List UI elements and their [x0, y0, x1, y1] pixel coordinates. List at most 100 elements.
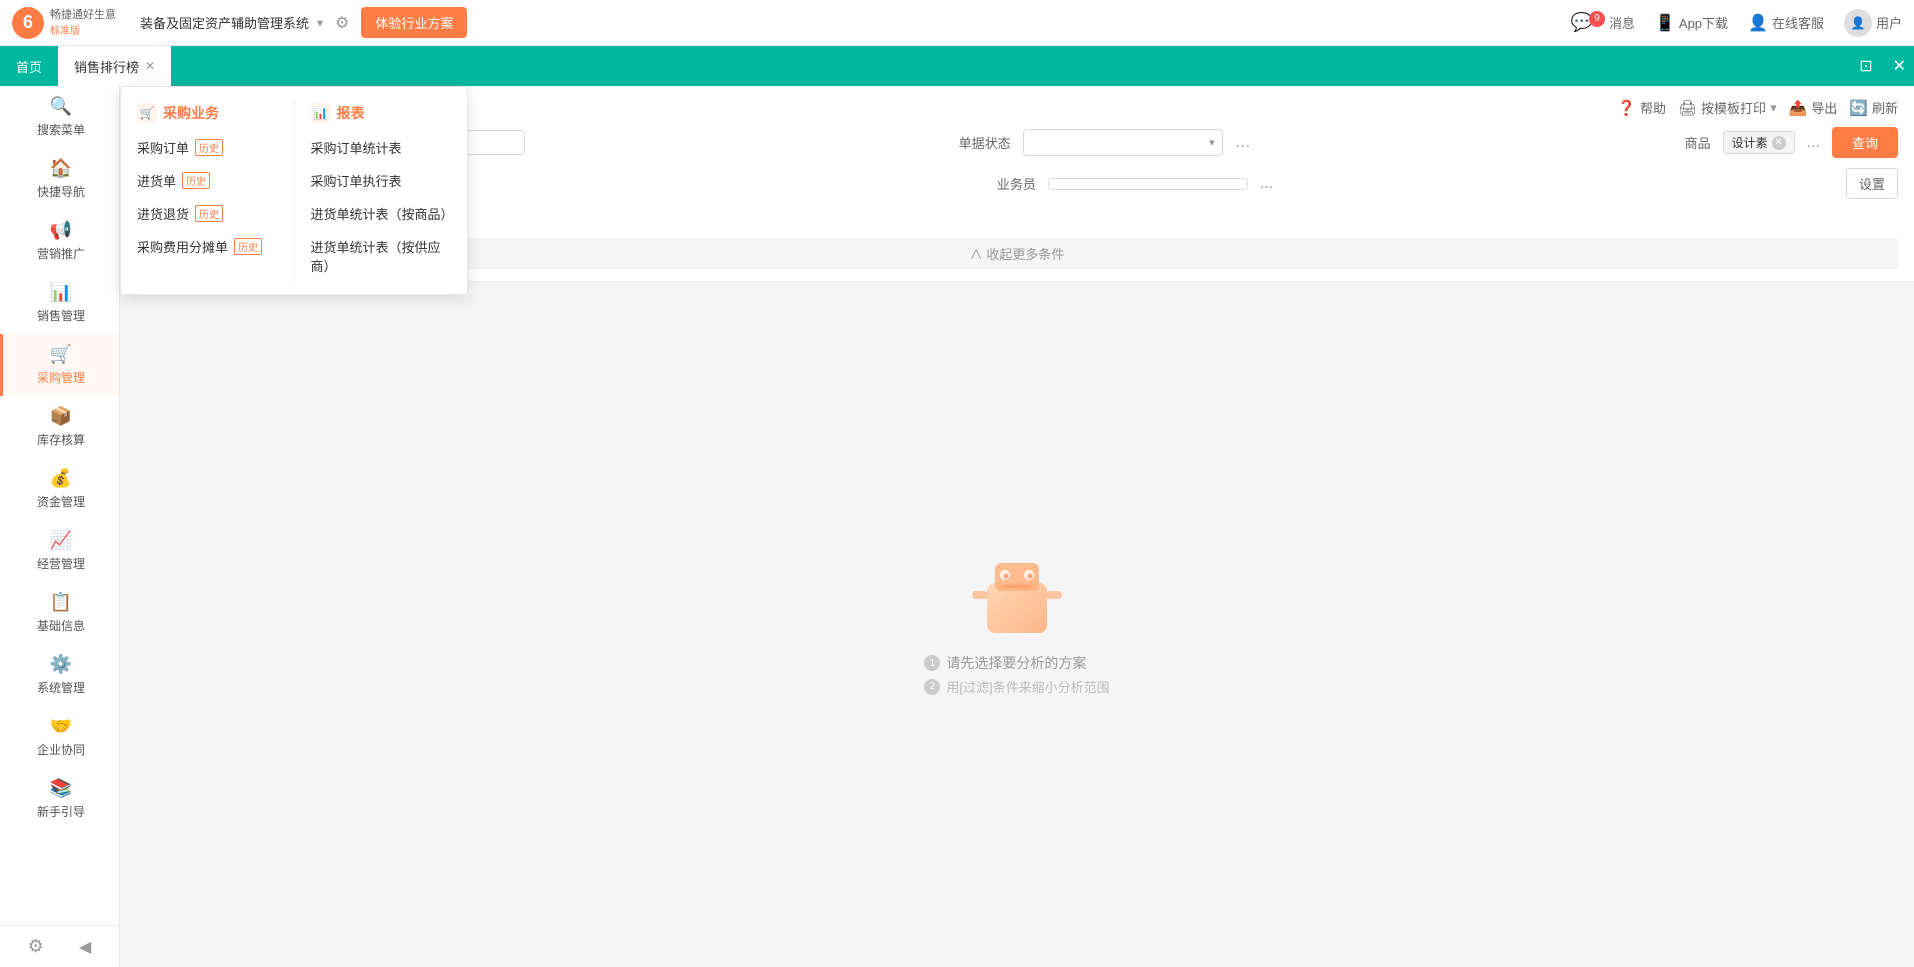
- search-icon: 🔍: [50, 96, 72, 117]
- history-badge-3: 历史: [234, 238, 262, 255]
- dropdown-item-purchase-order[interactable]: 采购订单 历史: [129, 131, 286, 164]
- report-2-label: 进货单统计表（按商品）: [311, 204, 452, 223]
- dropdown-item-incoming-return[interactable]: 进货退货 历史: [129, 197, 286, 230]
- salesman-dots[interactable]: ...: [1260, 175, 1273, 193]
- export-icon: 📤: [1789, 99, 1808, 117]
- sidebar-bottom: ⚙ ◀: [0, 925, 119, 967]
- sidebar-collapse-icon[interactable]: ◀: [79, 937, 91, 957]
- tab-home[interactable]: 首页: [0, 46, 58, 86]
- sidebar-item-quick-nav-label: 快捷导航: [37, 183, 85, 200]
- main-layout: 🔍 搜索菜单 🏠 快捷导航 📢 营销推广 📊 销售管理 🛒 采购管理 📦 库存核…: [0, 86, 1914, 967]
- report-3-label: 进货单统计表（按供应商）: [311, 237, 452, 275]
- collapse-label: 收起更多条件: [986, 247, 1064, 262]
- doc-status-select[interactable]: [1023, 129, 1223, 156]
- phone-icon: 📱: [1655, 13, 1675, 33]
- sidebar-item-search[interactable]: 🔍 搜索菜单: [0, 86, 119, 148]
- incoming-return-label: 进货退货: [137, 204, 189, 223]
- tab-bar: 首页 销售排行榜 ✕ ⊡ ✕: [0, 46, 1914, 86]
- sidebar-item-system[interactable]: ⚙️ 系统管理: [0, 644, 119, 706]
- avatar: 👤: [1844, 9, 1872, 37]
- goods-label: 商品: [1685, 133, 1711, 152]
- sidebar-item-marketing[interactable]: 📢 营销推广: [0, 210, 119, 272]
- sidebar-settings-icon[interactable]: ⚙: [28, 936, 44, 957]
- settings-button[interactable]: 设置: [1846, 168, 1898, 199]
- online-service[interactable]: 👤 在线客服: [1748, 13, 1824, 33]
- goods-tag-text: 设计素: [1732, 134, 1768, 151]
- user-area[interactable]: 👤 用户: [1844, 9, 1902, 37]
- sidebar-item-marketing-label: 营销推广: [37, 245, 85, 262]
- basic-info-icon: 📋: [50, 592, 72, 613]
- guide-icon: 📚: [50, 778, 72, 799]
- tab-expand-icon[interactable]: ⊡: [1847, 56, 1884, 76]
- trial-button[interactable]: 体验行业方案: [361, 7, 467, 38]
- sidebar-item-enterprise-label: 企业协同: [37, 741, 85, 758]
- dropdown-item-purchase-expense[interactable]: 采购费用分摊单 历史: [129, 230, 286, 263]
- goods-tag-close[interactable]: ✕: [1772, 136, 1786, 150]
- dropdown-item-report-1[interactable]: 采购订单执行表: [303, 164, 460, 197]
- sidebar-item-basic-info-label: 基础信息: [37, 617, 85, 634]
- dropdown-item-report-0[interactable]: 采购订单统计表: [303, 131, 460, 164]
- history-badge-1: 历史: [182, 172, 210, 189]
- sidebar-item-inventory[interactable]: 📦 库存核算: [0, 396, 119, 458]
- salesman-input[interactable]: [1048, 178, 1248, 190]
- empty-hint-1-text: 请先选择要分析的方案: [946, 653, 1086, 673]
- sidebar-item-guide[interactable]: 📚 新手引导: [0, 768, 119, 830]
- sidebar-item-fund-label: 资金管理: [37, 493, 85, 510]
- tab-sales-rank[interactable]: 销售排行榜 ✕: [58, 46, 171, 86]
- system-title-dropdown-arrow[interactable]: ▾: [317, 16, 323, 30]
- notification-area[interactable]: 💬 9 消息: [1571, 12, 1635, 33]
- home-icon: 🏠: [50, 158, 72, 179]
- dropdown-item-report-2[interactable]: 进货单统计表（按商品）: [303, 197, 460, 230]
- history-badge-0: 历史: [195, 139, 223, 156]
- dropdown-item-incoming[interactable]: 进货单 历史: [129, 164, 286, 197]
- report-1-label: 采购订单执行表: [311, 171, 402, 190]
- doc-status-dots[interactable]: …: [1235, 134, 1251, 152]
- tab-home-label: 首页: [16, 57, 42, 76]
- goods-dots[interactable]: ...: [1807, 134, 1820, 152]
- purchase-section-title-label: 采购业务: [163, 103, 219, 123]
- hint2-icon: 2: [924, 679, 940, 695]
- report-section-title: 📊 报表: [303, 99, 460, 131]
- help-icon: ❓: [1617, 99, 1636, 117]
- app-edition: 标准版: [50, 22, 116, 37]
- history-badge-2: 历史: [195, 205, 223, 222]
- refresh-label: 刷新: [1872, 98, 1898, 117]
- purchase-col: 🛒 采购业务 采购订单 历史 进货单 历史 进货退货 历史 采购费用分摊单 历史: [121, 99, 294, 282]
- sidebar-item-guide-label: 新手引导: [37, 803, 85, 820]
- app-name: 畅捷通好生意: [50, 8, 116, 22]
- print-button[interactable]: 🖨 按模板打印 ▾: [1678, 98, 1777, 117]
- sidebar-item-purchase-label: 采购管理: [37, 369, 85, 386]
- report-0-label: 采购订单统计表: [311, 138, 402, 157]
- export-label: 导出: [1811, 98, 1837, 117]
- refresh-button[interactable]: 🔄 刷新: [1849, 98, 1898, 117]
- incoming-label: 进货单: [137, 171, 176, 190]
- service-icon: 👤: [1748, 13, 1768, 33]
- sidebar-item-enterprise[interactable]: 🤝 企业协同: [0, 706, 119, 768]
- purchase-section-title: 🛒 采购业务: [129, 99, 286, 131]
- system-settings-icon[interactable]: ⚙: [335, 13, 349, 33]
- empty-hint-2: 2 用[过滤]条件来缩小分析范围: [924, 677, 1109, 696]
- sidebar-item-operation[interactable]: 📈 经营管理: [0, 520, 119, 582]
- app-logo: 6: [12, 7, 44, 39]
- purchase-icon: 🛒: [50, 344, 72, 365]
- refresh-icon: 🔄: [1849, 99, 1868, 117]
- sidebar-item-basic-info[interactable]: 📋 基础信息: [0, 582, 119, 644]
- sidebar-item-operation-label: 经营管理: [37, 555, 85, 572]
- collapse-icon: ∧: [970, 247, 983, 262]
- sidebar-item-fund[interactable]: 💰 资金管理: [0, 458, 119, 520]
- query-button[interactable]: 查询: [1832, 127, 1898, 158]
- print-dropdown-icon[interactable]: ▾: [1770, 100, 1777, 116]
- sidebar-item-search-label: 搜索菜单: [37, 121, 85, 138]
- dropdown-item-report-3[interactable]: 进货单统计表（按供应商）: [303, 230, 460, 282]
- help-button[interactable]: ❓ 帮助: [1617, 98, 1666, 117]
- app-download[interactable]: 📱 App下载: [1655, 13, 1728, 33]
- tab-close-icon[interactable]: ✕: [145, 59, 155, 73]
- sidebar-item-quick-nav[interactable]: 🏠 快捷导航: [0, 148, 119, 210]
- empty-state: 1 请先选择要分析的方案 2 用[过滤]条件来缩小分析范围: [120, 282, 1914, 967]
- export-button[interactable]: 📤 导出: [1789, 98, 1838, 117]
- system-title-area: 装备及固定资产辅助管理系统 ▾ ⚙: [140, 13, 349, 33]
- print-label: 按模板打印: [1701, 98, 1766, 117]
- tab-close-all-icon[interactable]: ✕: [1885, 56, 1914, 76]
- sidebar-item-purchase[interactable]: 🛒 采购管理: [0, 334, 119, 396]
- sidebar-item-sales[interactable]: 📊 销售管理: [0, 272, 119, 334]
